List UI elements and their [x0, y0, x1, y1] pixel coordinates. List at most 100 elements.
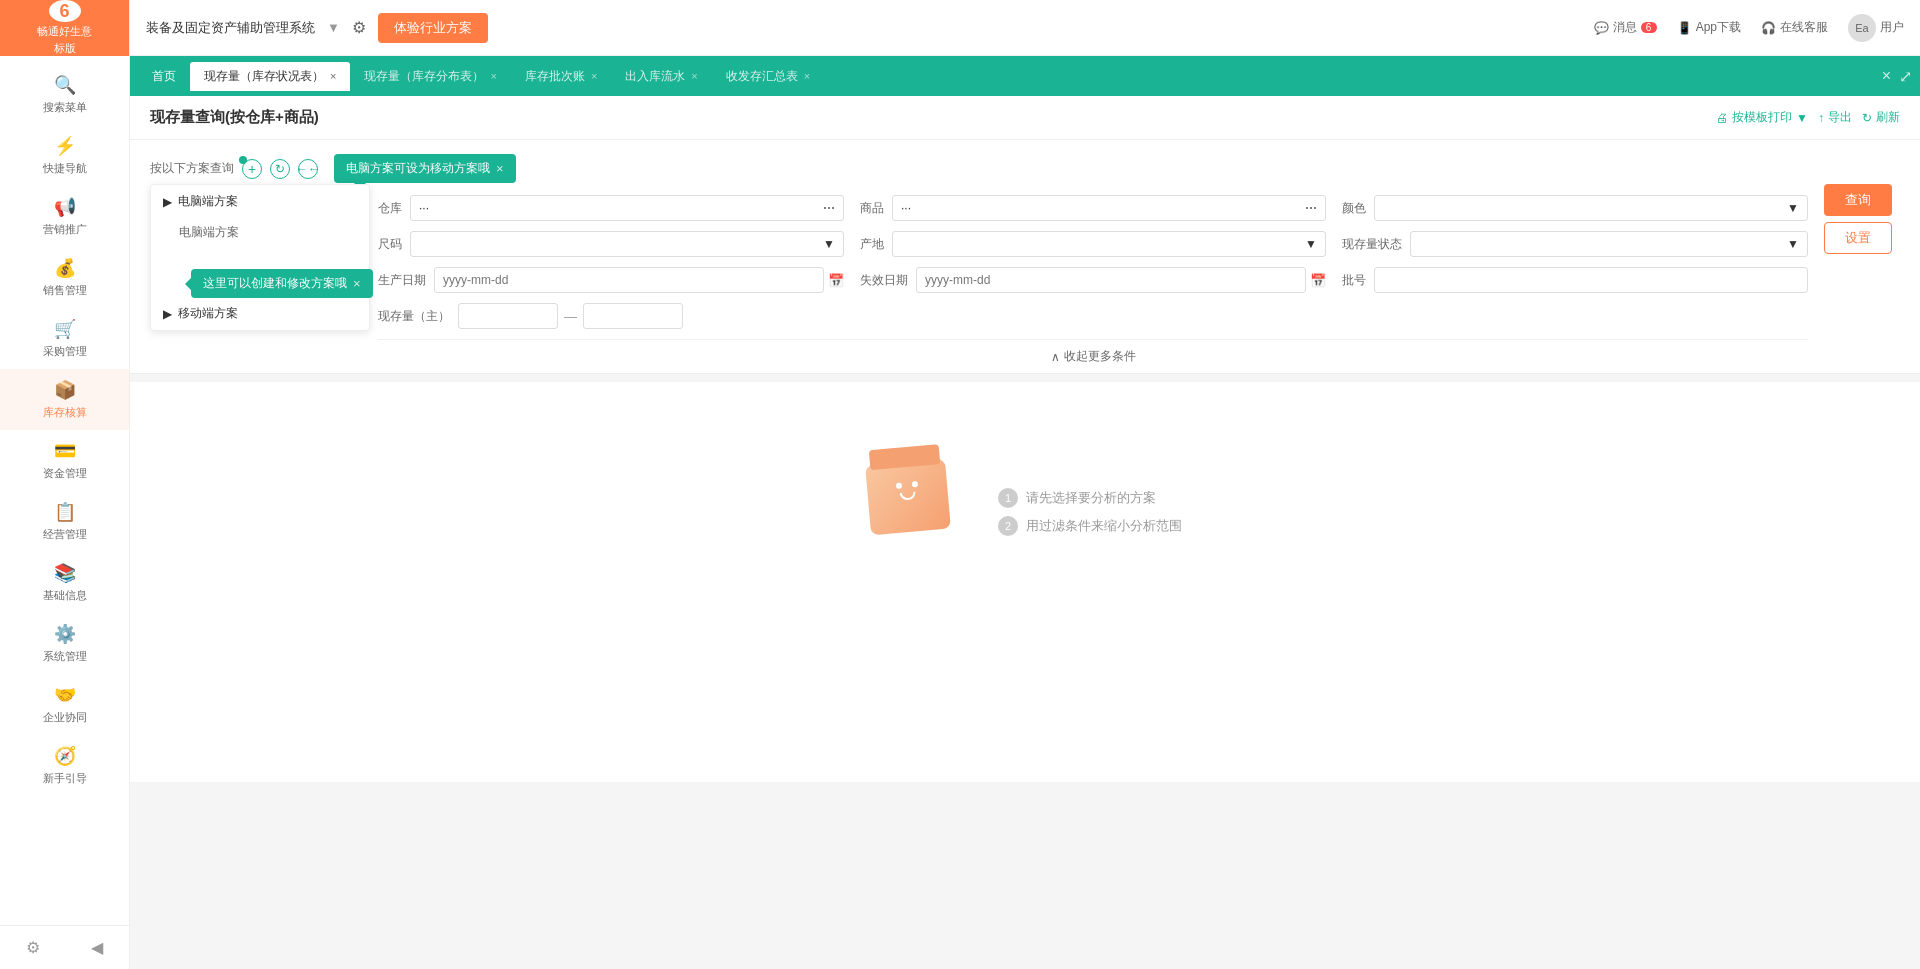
inventory-status-label: 现存量状态 [1342, 236, 1402, 253]
tooltip2-text: 这里可以创建和修改方案哦 [203, 275, 347, 292]
message-btn[interactable]: 💬 消息 6 [1594, 19, 1657, 36]
system-dropdown-icon[interactable]: ▼ [327, 20, 340, 35]
message-badge: 6 [1641, 22, 1657, 33]
sidebar-item-purchase[interactable]: 🛒 采购管理 [0, 308, 129, 369]
app-download-btn[interactable]: 📱 App下载 [1677, 19, 1741, 36]
sidebar-item-system[interactable]: ⚙️ 系统管理 [0, 613, 129, 674]
template-print-btn[interactable]: 🖨 按模板打印 ▼ [1716, 109, 1808, 126]
user-menu[interactable]: Ea 用户 [1848, 14, 1904, 42]
reset-btn[interactable]: 设置 [1824, 222, 1892, 254]
main-content: 现存量查询(按仓库+商品) 🖨 按模板打印 ▼ ↑ 导出 ↻ 刷新 [130, 96, 1920, 969]
sidebar-item-enterprise[interactable]: 🤝 企业协同 [0, 674, 129, 735]
sidebar-item-operations[interactable]: 📋 经营管理 [0, 491, 129, 552]
filter-add-btn[interactable]: + [242, 159, 262, 179]
tab-label: 现存量（库存分布表） [364, 68, 484, 85]
scheme-section-desktop: ▶ 电脑端方案 电脑端方案 这里可以创建和修改方案哦 × [151, 185, 369, 247]
refresh-btn[interactable]: ↻ 刷新 [1862, 109, 1900, 126]
inventory-main-from[interactable] [458, 303, 558, 329]
tab-label: 现存量（库存状况表） [204, 68, 324, 85]
goods-label: 商品 [860, 200, 884, 217]
app-logo: 6 畅通好生意 标版 [0, 0, 129, 56]
refresh-icon: ↻ [1862, 111, 1872, 125]
empty-num-2: 2 [998, 516, 1018, 536]
color-select[interactable]: ▼ [1374, 195, 1808, 221]
export-label: 导出 [1828, 109, 1852, 126]
collapse-sidebar-icon[interactable]: ◀ [91, 938, 103, 957]
tab-close-icon[interactable]: × [490, 70, 496, 82]
sidebar-item-basics[interactable]: 📚 基础信息 [0, 552, 129, 613]
tab-batch-account[interactable]: 库存批次账 × [511, 62, 611, 91]
page-actions: 🖨 按模板打印 ▼ ↑ 导出 ↻ 刷新 [1716, 109, 1900, 126]
sidebar-item-label: 企业协同 [43, 710, 87, 725]
sidebar-item-sales[interactable]: 💰 销售管理 [0, 247, 129, 308]
tab-close-icon[interactable]: × [691, 70, 697, 82]
tab-home[interactable]: 首页 [138, 62, 190, 91]
sidebar-item-guide[interactable]: 🧭 新手引导 [0, 735, 129, 796]
expiry-date-input[interactable] [916, 267, 1306, 293]
scheme-section-mobile: ▶ 移动端方案 [151, 297, 369, 330]
sidebar-item-finance[interactable]: 💳 资金管理 [0, 430, 129, 491]
template-print-label: 按模板打印 [1732, 109, 1792, 126]
collapse-btn[interactable]: ∧ 收起更多条件 [378, 339, 1808, 373]
calendar-icon[interactable]: 📅 [1310, 273, 1326, 288]
filter-back-btn[interactable]: ←← [298, 159, 318, 179]
chevron-icon: ▶ [163, 195, 172, 209]
trial-btn[interactable]: 体验行业方案 [378, 13, 488, 43]
inventory-icon: 📦 [54, 379, 76, 401]
chevron-icon: ▶ [163, 307, 172, 321]
filter-row-3: 生产日期 📅 失效日期 📅 [378, 267, 1808, 293]
origin-arrow: ▼ [1305, 237, 1317, 251]
goods-select[interactable]: ··· ⋯ [892, 195, 1326, 221]
tab-close-icon[interactable]: × [804, 70, 810, 82]
expiry-date-field: 失效日期 📅 [860, 267, 1326, 293]
tab-label: 收发存汇总表 [726, 68, 798, 85]
tab-inventory-dist[interactable]: 现存量（库存分布表） × [350, 62, 510, 91]
tab-inventory-status[interactable]: 现存量（库存状况表） × [190, 62, 350, 91]
expiry-date-input-wrap: 📅 [916, 267, 1326, 293]
search-menu-icon: 🔍 [54, 74, 76, 96]
calendar-icon[interactable]: 📅 [828, 273, 844, 288]
sidebar-item-search-menu[interactable]: 🔍 搜索菜单 [0, 64, 129, 125]
inventory-main-to[interactable] [583, 303, 683, 329]
warehouse-placeholder: ··· [419, 201, 429, 215]
sidebar-item-label: 资金管理 [43, 466, 87, 481]
origin-select[interactable]: ▼ [892, 231, 1326, 257]
sales-icon: 💰 [54, 257, 76, 279]
gear-icon[interactable]: ⚙ [352, 18, 366, 37]
export-btn[interactable]: ↑ 导出 [1818, 109, 1852, 126]
tooltip1-close-icon[interactable]: × [496, 161, 504, 176]
online-support-btn[interactable]: 🎧 在线客服 [1761, 19, 1828, 36]
warehouse-select[interactable]: ··· ⋯ [410, 195, 844, 221]
tab-close-icon[interactable]: × [330, 70, 336, 82]
expand-icon[interactable]: ⤢ [1899, 67, 1912, 86]
sidebar-item-quick-nav[interactable]: ⚡ 快捷导航 [0, 125, 129, 186]
tab-receive-summary[interactable]: 收发存汇总表 × [712, 62, 824, 91]
user-label: 用户 [1880, 19, 1904, 36]
print-icon: 🖨 [1716, 111, 1728, 125]
tab-close-icon[interactable]: × [591, 70, 597, 82]
tab-in-out-flow[interactable]: 出入库流水 × [611, 62, 711, 91]
scheme-mobile-header[interactable]: ▶ 移动端方案 [151, 297, 369, 330]
color-label: 颜色 [1342, 200, 1366, 217]
sidebar-item-inventory[interactable]: 📦 库存核算 [0, 369, 129, 430]
color-field: 颜色 ▼ [1342, 195, 1808, 221]
batch-input[interactable] [1374, 267, 1808, 293]
scheme-create-tooltip: 这里可以创建和修改方案哦 × [191, 269, 373, 298]
search-btn[interactable]: 查询 [1824, 184, 1892, 216]
production-date-input[interactable] [434, 267, 824, 293]
filter-refresh-btn[interactable]: ↻ [270, 159, 290, 179]
tab-bar: 首页 现存量（库存状况表） × 现存量（库存分布表） × 库存批次账 × 出入库… [130, 56, 1920, 96]
scheme-panel: ▶ 电脑端方案 电脑端方案 这里可以创建和修改方案哦 × [150, 184, 370, 331]
tooltip2-close-icon[interactable]: × [353, 276, 361, 291]
sidebar-item-label: 营销推广 [43, 222, 87, 237]
size-label: 尺码 [378, 236, 402, 253]
settings-icon[interactable]: ⚙ [26, 938, 40, 957]
sidebar-item-label: 经营管理 [43, 527, 87, 542]
scheme-desktop-item[interactable]: 电脑端方案 [151, 218, 369, 247]
close-all-tabs-icon[interactable]: × [1882, 67, 1891, 85]
system-icon: ⚙️ [54, 623, 76, 645]
size-select[interactable]: ▼ [410, 231, 844, 257]
inventory-status-select[interactable]: ▼ [1410, 231, 1808, 257]
scheme-desktop-header[interactable]: ▶ 电脑端方案 [151, 185, 369, 218]
sidebar-item-marketing[interactable]: 📢 营销推广 [0, 186, 129, 247]
